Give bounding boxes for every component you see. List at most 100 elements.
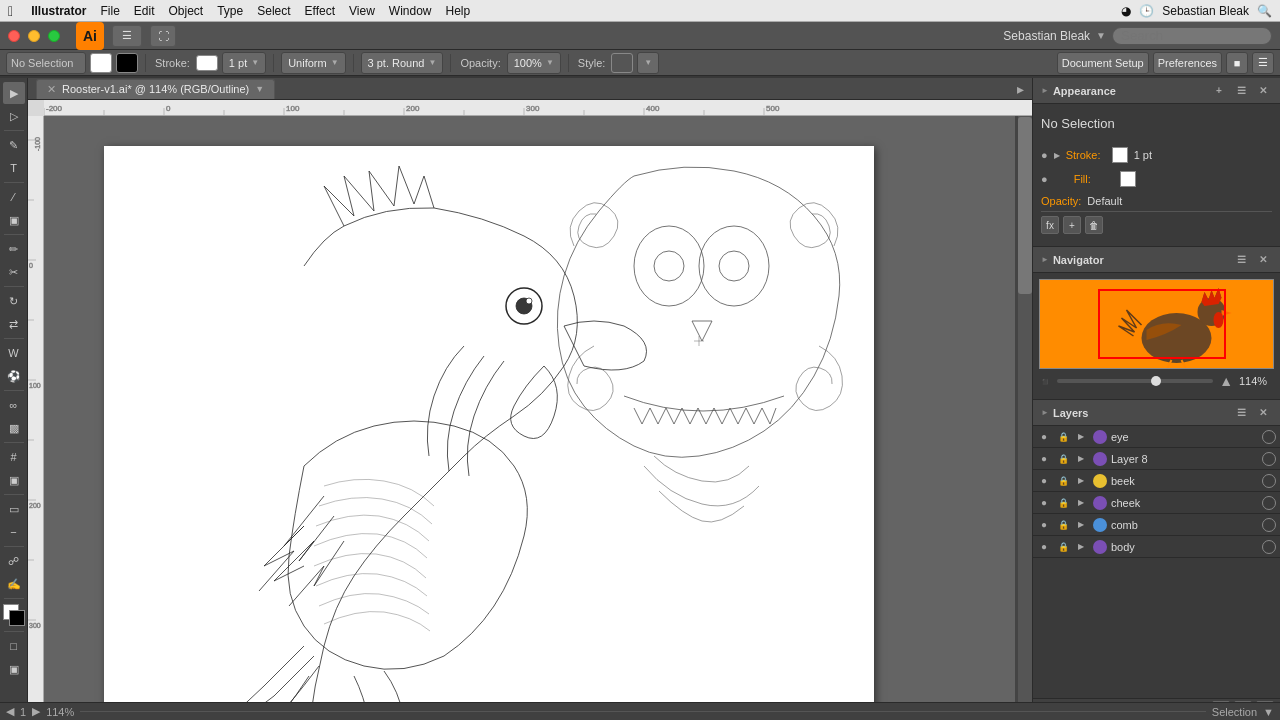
navigator-preview[interactable] <box>1039 279 1274 369</box>
layer-target-comb[interactable] <box>1262 518 1276 532</box>
scrollbar-vertical[interactable] <box>1018 116 1032 706</box>
layer-target-eye[interactable] <box>1262 430 1276 444</box>
style-color-box[interactable] <box>611 53 633 73</box>
navigator-collapse-icon[interactable]: ► <box>1041 255 1049 264</box>
layer-target-beek[interactable] <box>1262 474 1276 488</box>
layer-expand-beek[interactable]: ▶ <box>1073 473 1089 489</box>
menu-file[interactable]: File <box>100 4 119 18</box>
rotate-tool[interactable]: ↻ <box>3 290 25 312</box>
status-nav-prev[interactable]: ◀ <box>6 705 14 718</box>
paintbrush-tool[interactable]: ✏ <box>3 238 25 260</box>
layer-vis-beek[interactable]: ● <box>1035 472 1053 490</box>
menu-select[interactable]: Select <box>257 4 290 18</box>
menu-view[interactable]: View <box>349 4 375 18</box>
workspace-btn[interactable]: ■ <box>1226 52 1248 74</box>
zoom-tool[interactable]: ☍ <box>3 550 25 572</box>
layer-target-cheek[interactable] <box>1262 496 1276 510</box>
layer-row-body[interactable]: ● 🔒 ▶ body <box>1033 536 1280 558</box>
layer-lock-beek[interactable]: 🔒 <box>1055 473 1071 489</box>
app-name[interactable]: Illustrator <box>31 4 86 18</box>
tab-close[interactable]: ✕ <box>47 83 56 96</box>
view-mode-btn[interactable]: □ <box>3 635 25 657</box>
layer-vis-cheek[interactable]: ● <box>1035 494 1053 512</box>
fill-color-swatch[interactable] <box>1120 171 1136 187</box>
search-icon[interactable]: 🔍 <box>1257 4 1272 18</box>
artboard[interactable] <box>104 146 874 720</box>
layers-close-btn[interactable]: ✕ <box>1254 404 1272 422</box>
layer-lock-layer8[interactable]: 🔒 <box>1055 451 1071 467</box>
zoom-out-btn[interactable]: ◾ <box>1039 376 1051 387</box>
user-dropdown-arrow[interactable]: ▼ <box>1096 30 1106 41</box>
blend-tool[interactable]: ∞ <box>3 394 25 416</box>
maximize-button[interactable] <box>48 30 60 42</box>
appearance-new-btn[interactable]: + <box>1063 216 1081 234</box>
navigator-close-btn[interactable]: ✕ <box>1254 251 1272 269</box>
icon-btn-screen[interactable]: ⛶ <box>150 25 176 47</box>
doc-setup-btn[interactable]: Document Setup <box>1057 52 1149 74</box>
stroke-color-swatch[interactable] <box>1112 147 1128 163</box>
brush-type-dropdown[interactable]: Uniform ▼ <box>281 52 345 74</box>
layer-expand-layer8[interactable]: ▶ <box>1073 451 1089 467</box>
stroke-expand-icon[interactable]: ▶ <box>1054 151 1060 160</box>
layers-collapse-icon[interactable]: ► <box>1041 408 1049 417</box>
layer-expand-eye[interactable]: ▶ <box>1073 429 1089 445</box>
reflect-tool[interactable]: ⇄ <box>3 313 25 335</box>
layer-lock-comb[interactable]: 🔒 <box>1055 517 1071 533</box>
menu-type[interactable]: Type <box>217 4 243 18</box>
layer-target-layer8[interactable] <box>1262 452 1276 466</box>
fill-color-btn[interactable] <box>90 53 112 73</box>
menu-window[interactable]: Window <box>389 4 432 18</box>
layer-target-body[interactable] <box>1262 540 1276 554</box>
layer-vis-eye[interactable]: ● <box>1035 428 1053 446</box>
layer-row-layer8[interactable]: ● 🔒 ▶ Layer 8 <box>1033 448 1280 470</box>
nav-zoom-slider[interactable] <box>1057 379 1213 383</box>
zoom-in-btn[interactable]: ▲ <box>1219 373 1233 389</box>
fill-stroke-area[interactable] <box>3 604 25 626</box>
layer-lock-cheek[interactable]: 🔒 <box>1055 495 1071 511</box>
layer-expand-cheek[interactable]: ▶ <box>1073 495 1089 511</box>
fill-vis-icon[interactable]: ● <box>1041 173 1048 185</box>
layers-menu-btn[interactable]: ☰ <box>1232 404 1250 422</box>
menu-help[interactable]: Help <box>446 4 471 18</box>
type-tool[interactable]: T <box>3 157 25 179</box>
navigator-menu-btn[interactable]: ☰ <box>1232 251 1250 269</box>
stroke-weight-dropdown[interactable]: 1 pt ▼ <box>222 52 266 74</box>
pencil-tool[interactable]: ✂ <box>3 261 25 283</box>
width-tool[interactable]: W <box>3 342 25 364</box>
line-tool[interactable]: ∕ <box>3 186 25 208</box>
rect-tool[interactable]: ▣ <box>3 209 25 231</box>
layer-lock-body[interactable]: 🔒 <box>1055 539 1071 555</box>
stroke-color-indicator[interactable] <box>116 53 138 73</box>
icon-btn-library[interactable]: ☰ <box>112 25 142 47</box>
appearance-menu-btn[interactable]: ☰ <box>1232 82 1250 100</box>
status-more-icon[interactable]: ▼ <box>1263 706 1274 718</box>
scroll-thumb-vertical[interactable] <box>1018 117 1032 294</box>
style-dropdown[interactable]: ▼ <box>637 52 659 74</box>
layer-expand-comb[interactable]: ▶ <box>1073 517 1089 533</box>
screen-mode-btn[interactable]: ▣ <box>3 658 25 680</box>
layer-row-comb[interactable]: ● 🔒 ▶ comb <box>1033 514 1280 536</box>
appearance-delete-btn[interactable]: 🗑 <box>1085 216 1103 234</box>
nav-zoom-thumb[interactable] <box>1151 376 1161 386</box>
layer-row-beek[interactable]: ● 🔒 ▶ beek <box>1033 470 1280 492</box>
selection-mode-btn[interactable]: No Selection <box>6 52 86 74</box>
appearance-fx-btn[interactable]: fx <box>1041 216 1059 234</box>
layer-lock-eye[interactable]: 🔒 <box>1055 429 1071 445</box>
warp-tool[interactable]: ⚽ <box>3 365 25 387</box>
gradient-tool[interactable]: ▣ <box>3 469 25 491</box>
panel-toggle-right[interactable]: ▸ <box>1017 81 1024 97</box>
pen-tool[interactable]: ✎ <box>3 134 25 156</box>
minimize-button[interactable] <box>28 30 40 42</box>
menu-effect[interactable]: Effect <box>305 4 335 18</box>
close-button[interactable] <box>8 30 20 42</box>
brush-size-dropdown[interactable]: 3 pt. Round ▼ <box>361 52 444 74</box>
select-tool[interactable]: ▶ <box>3 82 25 104</box>
appearance-collapse-icon[interactable]: ► <box>1041 86 1049 95</box>
nav-viewport[interactable] <box>1098 289 1226 359</box>
eyedropper-tool[interactable]: ▭ <box>3 498 25 520</box>
stroke-vis-icon[interactable]: ● <box>1041 149 1048 161</box>
apple-menu[interactable]:  <box>8 3 13 19</box>
appearance-close-btn[interactable]: ✕ <box>1254 82 1272 100</box>
direct-select-tool[interactable]: ▷ <box>3 105 25 127</box>
measure-tool[interactable]: − <box>3 521 25 543</box>
